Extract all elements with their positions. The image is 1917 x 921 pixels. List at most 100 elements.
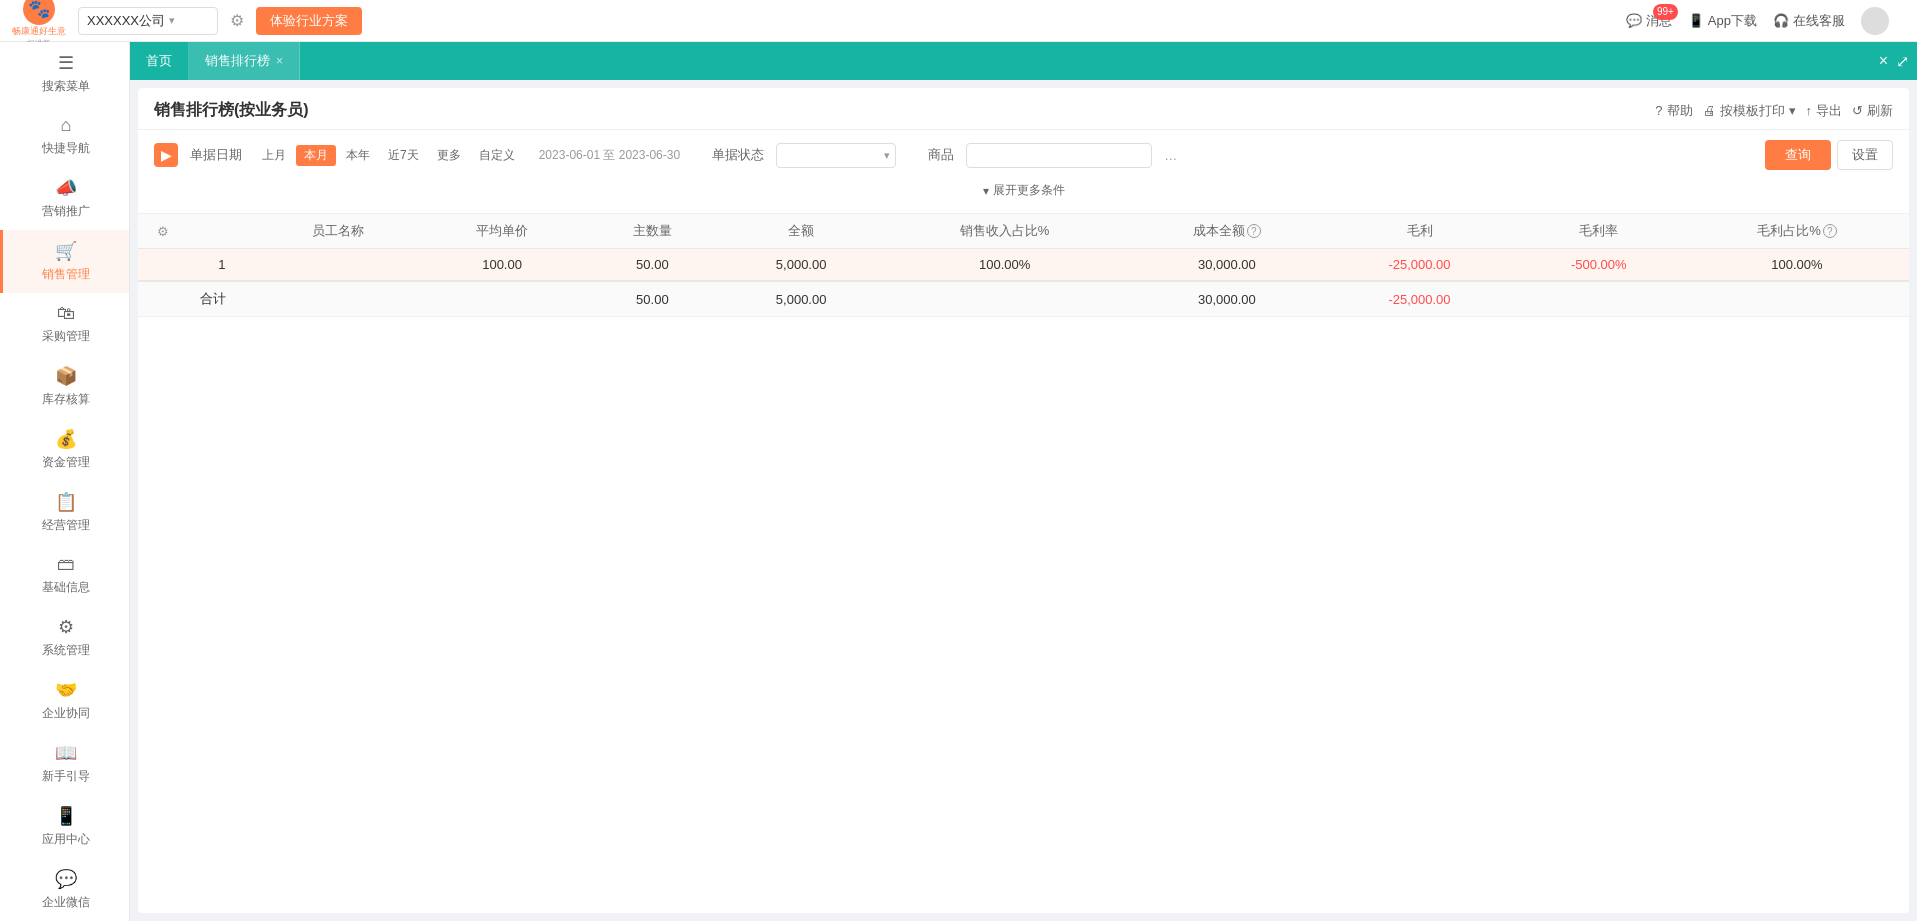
sidebar-item-system[interactable]: ⚙ 系统管理 <box>0 606 129 669</box>
company-selector[interactable]: XXXXXX公司 ▾ <box>78 7 218 35</box>
sidebar-item-basic-info[interactable]: 🗃 基础信息 <box>0 544 129 606</box>
filter-row-1: ▶ 单据日期 上月 本月 本年 近7天 更多 自定义 2023-06-01 至 … <box>154 140 1893 170</box>
goods-input[interactable] <box>966 143 1152 168</box>
sidebar-item-label: 搜索菜单 <box>42 78 90 95</box>
template-print-button[interactable]: 🖨 按模板打印 ▾ <box>1703 102 1796 120</box>
settings-icon[interactable]: ⚙ <box>226 7 248 34</box>
sidebar-item-label: 企业协同 <box>42 705 90 722</box>
marketing-icon: 📣 <box>55 177 77 199</box>
summary-label: 合计 <box>188 281 584 317</box>
table-header-row: ⚙ 员工名称 平均单价 主数量 全额 销售收入占比% 成本全额? 毛利 毛利率 <box>138 214 1909 249</box>
print-icon: 🖨 <box>1703 103 1716 118</box>
date-btn-7days[interactable]: 近7天 <box>380 145 427 166</box>
date-btn-this-year[interactable]: 本年 <box>338 145 378 166</box>
page-header: 销售排行榜(按业务员) ? 帮助 🖨 按模板打印 ▾ ↑ <box>138 88 1909 130</box>
refresh-button[interactable]: ↺ 刷新 <box>1852 102 1893 120</box>
message-badge: 99+ <box>1653 4 1678 20</box>
search-order-icon: ☰ <box>58 52 74 74</box>
sidebar-item-quick-nav[interactable]: ⌂ 快捷导航 <box>0 105 129 167</box>
query-button[interactable]: 查询 <box>1765 140 1831 170</box>
sidebar-item-label: 库存核算 <box>42 391 90 408</box>
col-name: 员工名称 <box>256 214 420 249</box>
top-bar: 🐾 畅康通好生意 标准版 XXXXXX公司 ▾ ⚙ 体验行业方案 💬 消息 99… <box>0 0 1917 42</box>
sidebar-item-finance[interactable]: 💰 资金管理 <box>0 418 129 481</box>
sidebar-item-marketing[interactable]: 📣 营销推广 <box>0 167 129 230</box>
toggle-filter-button[interactable]: ▶ <box>154 143 178 167</box>
page-title: 销售排行榜(按业务员) <box>154 100 309 121</box>
refresh-icon: ↺ <box>1852 103 1863 118</box>
setting-button[interactable]: 设置 <box>1837 140 1893 170</box>
cell-qty: 50.00 <box>584 249 720 282</box>
more-dots[interactable]: … <box>1164 148 1177 163</box>
message-button[interactable]: 💬 消息 99+ <box>1626 12 1672 30</box>
column-settings-icon[interactable]: ⚙ <box>157 224 169 239</box>
date-btn-this-month[interactable]: 本月 <box>296 145 336 166</box>
date-range: 2023-06-01 至 2023-06-30 <box>539 147 680 164</box>
sidebar-item-label: 新手引导 <box>42 768 90 785</box>
enterprise-wechat-icon: 💬 <box>55 868 77 890</box>
expand-more-conditions[interactable]: ▾ 展开更多条件 <box>154 178 1893 203</box>
avatar[interactable] <box>1861 7 1889 35</box>
operation-icon: 📋 <box>55 491 77 513</box>
sidebar-item-newbie[interactable]: 📖 新手引导 <box>0 732 129 795</box>
status-select-wrapper <box>776 143 896 168</box>
summary-profit-rate <box>1513 281 1685 317</box>
date-toggle-group: 上月 本月 本年 近7天 更多 自定义 <box>254 145 523 166</box>
sidebar-item-inventory[interactable]: 📦 库存核算 <box>0 355 129 418</box>
sidebar-item-label: 应用中心 <box>42 831 90 848</box>
sidebar-item-search-order[interactable]: ☰ 搜索菜单 <box>0 42 129 105</box>
tab-sales-ranking[interactable]: 销售排行榜 × <box>189 42 300 80</box>
header-actions: ? 帮助 🖨 按模板打印 ▾ ↑ 导出 ↺ <box>1655 102 1893 120</box>
col-settings[interactable]: ⚙ <box>138 214 188 249</box>
sidebar: ☰ 搜索菜单 ⌂ 快捷导航 📣 营销推广 🛒 销售管理 🛍 采购管理 📦 库 <box>0 42 130 921</box>
tab-expand-icon[interactable]: ⤢ <box>1896 52 1909 71</box>
basic-info-icon: 🗃 <box>57 554 75 575</box>
status-label: 单据状态 <box>712 146 764 164</box>
tab-close-icon[interactable]: × <box>276 54 283 68</box>
sidebar-item-purchase[interactable]: 🛍 采购管理 <box>0 293 129 355</box>
cell-name <box>256 249 420 282</box>
print-chevron-icon: ▾ <box>1789 103 1796 118</box>
sidebar-item-label: 资金管理 <box>42 454 90 471</box>
date-btn-last-month[interactable]: 上月 <box>254 145 294 166</box>
sidebar-item-label: 营销推广 <box>42 203 90 220</box>
cost-info-icon[interactable]: ? <box>1247 224 1261 238</box>
cell-profit-rate: -500.00% <box>1513 249 1685 282</box>
export-button[interactable]: ↑ 导出 <box>1806 102 1843 120</box>
cell-rank: 1 <box>188 249 256 282</box>
sidebar-item-app-center[interactable]: 📱 应用中心 <box>0 795 129 858</box>
finance-icon: 💰 <box>55 428 77 450</box>
sidebar-item-label: 快捷导航 <box>42 140 90 157</box>
summary-sales-pct <box>882 281 1128 317</box>
help-button[interactable]: ? 帮助 <box>1655 102 1692 120</box>
sidebar-item-enterprise-wechat[interactable]: 💬 企业微信 <box>0 858 129 921</box>
tab-close-all-icon[interactable]: × <box>1879 52 1888 70</box>
top-right-actions: 💬 消息 99+ 📱 App下载 🎧 在线客服 <box>1626 7 1905 35</box>
profit-pct-info-icon[interactable]: ? <box>1823 224 1837 238</box>
col-avg-price: 平均单价 <box>420 214 584 249</box>
online-service-button[interactable]: 🎧 在线客服 <box>1773 12 1845 30</box>
company-chevron-icon: ▾ <box>169 14 175 27</box>
sidebar-item-label: 企业微信 <box>42 894 90 911</box>
sidebar-item-operation[interactable]: 📋 经营管理 <box>0 481 129 544</box>
app-center-icon: 📱 <box>55 805 77 827</box>
cell-profit-pct: 100.00% <box>1685 249 1909 282</box>
sales-ranking-table: ⚙ 员工名称 平均单价 主数量 全额 销售收入占比% 成本全额? 毛利 毛利率 <box>138 214 1909 317</box>
sidebar-item-enterprise-collab[interactable]: 🤝 企业协同 <box>0 669 129 732</box>
date-btn-custom[interactable]: 自定义 <box>471 145 523 166</box>
table-area: ⚙ 员工名称 平均单价 主数量 全额 销售收入占比% 成本全额? 毛利 毛利率 <box>138 214 1909 913</box>
summary-row: 合计 50.00 5,000.00 30,000.00 -25,000.00 <box>138 281 1909 317</box>
app-icon: 📱 <box>1688 13 1704 28</box>
trial-button[interactable]: 体验行业方案 <box>256 7 362 35</box>
tab-bar: 首页 销售排行榜 × × ⤢ <box>130 42 1917 80</box>
home-icon: ⌂ <box>61 115 72 136</box>
main-content: 首页 销售排行榜 × × ⤢ 销售排行榜(按业务员) ? <box>130 42 1917 921</box>
filter-area: ▶ 单据日期 上月 本月 本年 近7天 更多 自定义 2023-06-01 至 … <box>138 130 1909 214</box>
app-download-button[interactable]: 📱 App下载 <box>1688 12 1757 30</box>
status-select[interactable] <box>776 143 896 168</box>
sidebar-item-sales[interactable]: 🛒 销售管理 <box>0 230 129 293</box>
date-btn-more[interactable]: 更多 <box>429 145 469 166</box>
tab-home[interactable]: 首页 <box>130 42 189 80</box>
sidebar-item-label: 经营管理 <box>42 517 90 534</box>
help-icon: ? <box>1655 103 1662 118</box>
